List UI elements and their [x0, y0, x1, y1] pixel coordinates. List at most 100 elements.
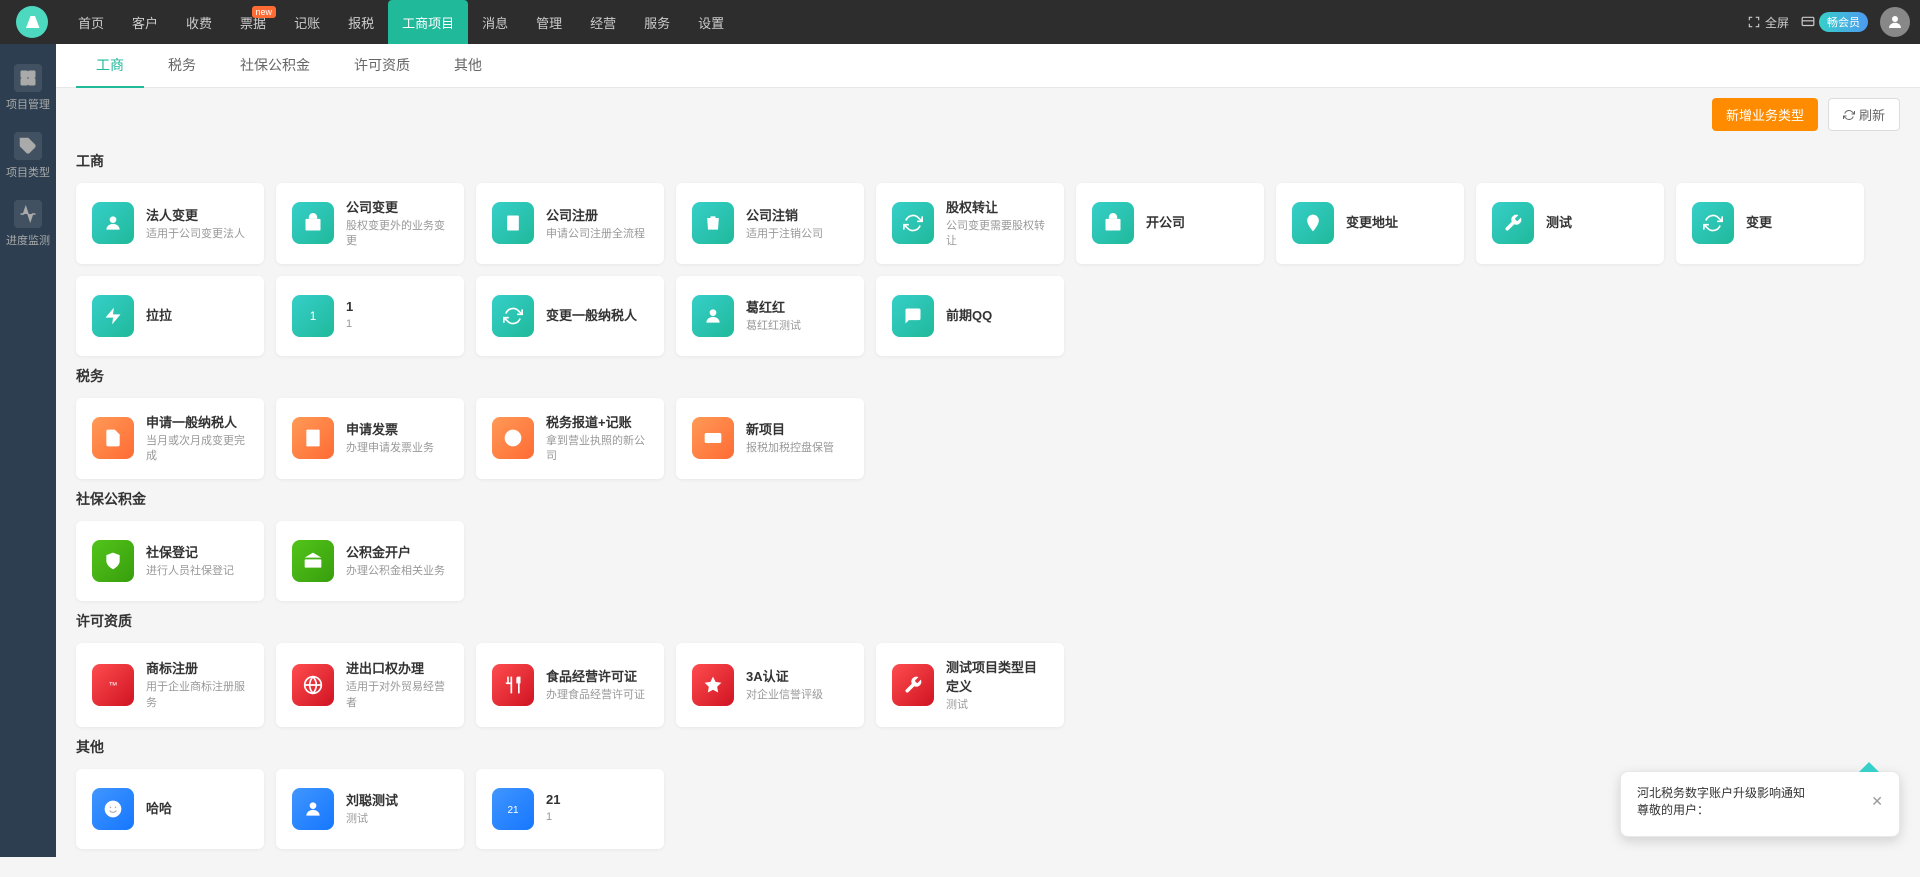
card-desc: 1	[546, 810, 648, 825]
sidebar-label: 进度监测	[6, 232, 50, 248]
card-title: 刘聪测试	[346, 790, 448, 809]
business-card[interactable]: 税务报道+记账 拿到营业执照的新公司	[476, 398, 664, 479]
svg-text:1: 1	[310, 310, 316, 323]
nav-item-消息[interactable]: 消息	[468, 0, 522, 44]
card-title: 法人变更	[146, 205, 248, 224]
business-card[interactable]: 前期QQ	[876, 276, 1064, 356]
card-title: 1	[346, 299, 448, 314]
business-card[interactable]: 新项目 报税加税控盘保管	[676, 398, 864, 479]
card-icon	[92, 417, 134, 459]
card-text: 前期QQ	[946, 305, 1048, 327]
card-title: 公积金开户	[346, 542, 448, 561]
cards-grid: 社保登记 进行人员社保登记 公积金开户 办理公积金相关业务	[76, 521, 1900, 601]
card-title: 变更一般纳税人	[546, 305, 648, 324]
business-card[interactable]: ™ 商标注册 用于企业商标注册服务	[76, 643, 264, 727]
fullscreen-button[interactable]: 全屏	[1747, 14, 1789, 31]
card-title: 变更地址	[1346, 212, 1448, 231]
tab-社保公积金[interactable]: 社保公积金	[220, 44, 330, 88]
nav-item-客户[interactable]: 客户	[118, 0, 172, 44]
business-card[interactable]: 开公司	[1076, 183, 1264, 264]
sidebar-item-项目管理[interactable]: 项目管理	[0, 54, 56, 122]
card-title: 公司注销	[746, 205, 848, 224]
card-text: 公司注册 申请公司注册全流程	[546, 205, 648, 242]
nav-item-经营[interactable]: 经营	[576, 0, 630, 44]
business-card[interactable]: 公司注销 适用于注销公司	[676, 183, 864, 264]
section-title: 工商	[76, 151, 1900, 171]
fullscreen-label: 全屏	[1765, 14, 1789, 31]
business-card[interactable]: 测试项目类型目定义 测试	[876, 643, 1064, 727]
nav-item-工商项目[interactable]: 工商项目	[388, 0, 468, 44]
business-card[interactable]: 测试	[1476, 183, 1664, 264]
sidebar-label: 项目管理	[6, 96, 50, 112]
tab-工商[interactable]: 工商	[76, 44, 144, 88]
business-card[interactable]: 哈哈	[76, 769, 264, 849]
card-icon	[1292, 202, 1334, 244]
card-text: 葛红红 葛红红测试	[746, 297, 848, 334]
business-card[interactable]: 股权转让 公司变更需要股权转让	[876, 183, 1064, 264]
business-card[interactable]: 变更地址	[1276, 183, 1464, 264]
business-card[interactable]: 葛红红 葛红红测试	[676, 276, 864, 356]
nav-item-设置[interactable]: 设置	[684, 0, 738, 44]
notification-arrow	[1859, 762, 1879, 772]
section-title: 许可资质	[76, 611, 1900, 631]
notification-bubble: 河北税务数字账户升级影响通知尊敬的用户： ✕	[1620, 771, 1900, 837]
card-text: 测试项目类型目定义 测试	[946, 657, 1048, 713]
business-card[interactable]: 21 21 1	[476, 769, 664, 849]
card-text: 公司注销 适用于注销公司	[746, 205, 848, 242]
sidebar-item-项目类型[interactable]: 项目类型	[0, 122, 56, 190]
card-text: 1 1	[346, 299, 448, 332]
business-card[interactable]: 拉拉	[76, 276, 264, 356]
card-desc: 公司变更需要股权转让	[946, 219, 1048, 250]
business-card[interactable]: 申请一般纳税人 当月或次月成变更完成	[76, 398, 264, 479]
card-desc: 申请公司注册全流程	[546, 227, 648, 242]
card-icon	[692, 664, 734, 706]
business-card[interactable]: 进出口权办理 适用于对外贸易经营者	[276, 643, 464, 727]
nav-item-服务[interactable]: 服务	[630, 0, 684, 44]
notification-close[interactable]: ✕	[1871, 793, 1883, 810]
business-card[interactable]: 刘聪测试 测试	[276, 769, 464, 849]
refresh-button[interactable]: 刷新	[1828, 98, 1900, 131]
card-icon	[1492, 202, 1534, 244]
refresh-label: 刷新	[1859, 105, 1885, 124]
card-title: 公司注册	[546, 205, 648, 224]
business-card[interactable]: 公积金开户 办理公积金相关业务	[276, 521, 464, 601]
tab-许可资质[interactable]: 许可资质	[334, 44, 430, 88]
tag-icon	[14, 132, 42, 160]
business-card[interactable]: 变更一般纳税人	[476, 276, 664, 356]
chart-icon	[14, 200, 42, 228]
card-icon	[492, 295, 534, 337]
business-card[interactable]: 社保登记 进行人员社保登记	[76, 521, 264, 601]
card-icon	[292, 540, 334, 582]
card-title: 拉拉	[146, 305, 248, 324]
business-card[interactable]: 公司注册 申请公司注册全流程	[476, 183, 664, 264]
tab-其他[interactable]: 其他	[434, 44, 502, 88]
sidebar-item-进度监测[interactable]: 进度监测	[0, 190, 56, 258]
tab-税务[interactable]: 税务	[148, 44, 216, 88]
card-icon	[292, 202, 334, 244]
business-card[interactable]: 法人变更 适用于公司变更法人	[76, 183, 264, 264]
business-card[interactable]: 食品经营许可证 办理食品经营许可证	[476, 643, 664, 727]
business-card[interactable]: 公司变更 股权变更外的业务变更	[276, 183, 464, 264]
card-title: 股权转让	[946, 197, 1048, 216]
nav-item-票据[interactable]: 票据new	[226, 0, 280, 44]
card-icon	[892, 664, 934, 706]
member-button[interactable]: 畅会员	[1801, 12, 1868, 32]
app-logo[interactable]	[10, 0, 54, 44]
new-type-button[interactable]: 新增业务类型	[1712, 98, 1818, 131]
card-text: 变更一般纳税人	[546, 305, 648, 327]
nav-item-首页[interactable]: 首页	[64, 0, 118, 44]
card-text: 刘聪测试 测试	[346, 790, 448, 827]
nav-item-收费[interactable]: 收费	[172, 0, 226, 44]
nav-item-记账[interactable]: 记账	[280, 0, 334, 44]
user-avatar[interactable]	[1880, 7, 1910, 37]
business-card[interactable]: 变更	[1676, 183, 1864, 264]
business-card[interactable]: 申请发票 办理申请发票业务	[276, 398, 464, 479]
card-icon	[292, 788, 334, 830]
nav-item-管理[interactable]: 管理	[522, 0, 576, 44]
business-card[interactable]: 3A认证 对企业信誉评级	[676, 643, 864, 727]
nav-item-报税[interactable]: 报税	[334, 0, 388, 44]
card-desc: 对企业信誉评级	[746, 688, 848, 703]
business-card[interactable]: 1 1 1	[276, 276, 464, 356]
card-icon	[292, 417, 334, 459]
sidebar-label: 项目类型	[6, 164, 50, 180]
